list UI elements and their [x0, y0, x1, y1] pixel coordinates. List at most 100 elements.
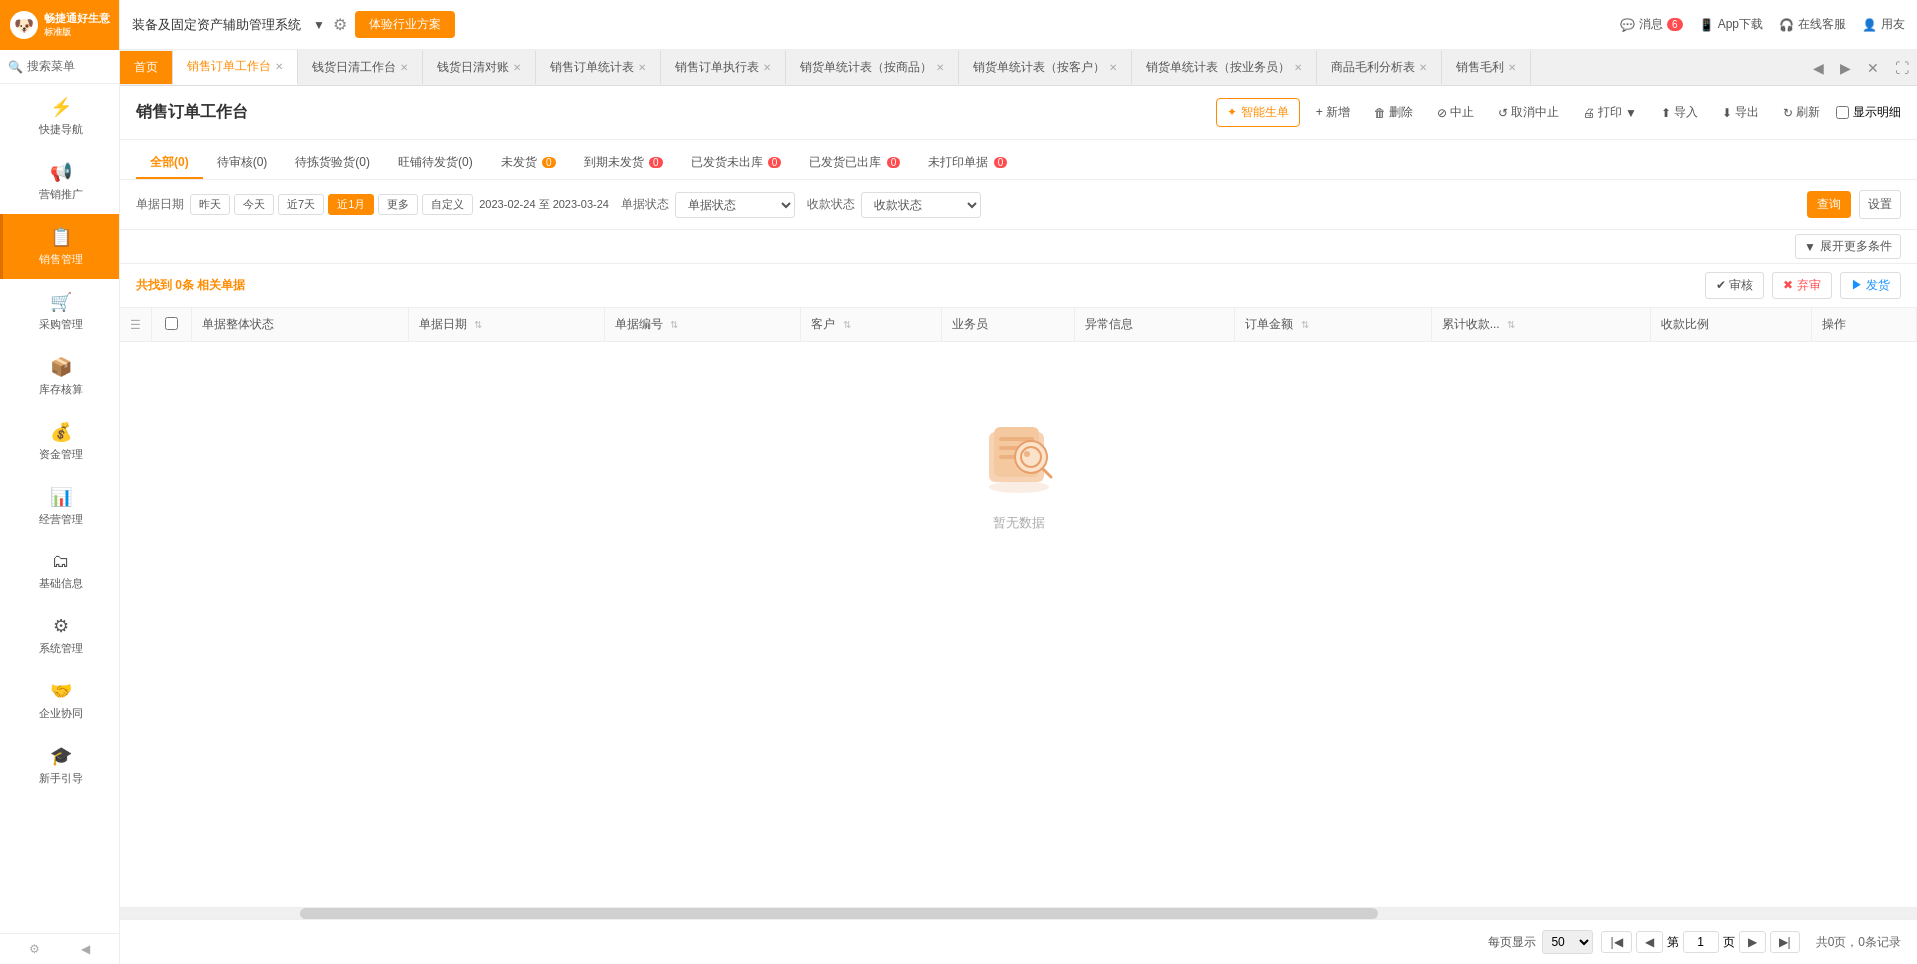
last7-btn[interactable]: 近7天	[278, 194, 324, 215]
tab-sales-workbench-close[interactable]: ✕	[275, 61, 283, 72]
tab-sales-by-customer-close[interactable]: ✕	[1109, 62, 1117, 73]
col-number[interactable]: 单据编号 ⇅	[604, 308, 800, 342]
industry-btn[interactable]: 体验行业方案	[355, 11, 455, 38]
prev-page-btn[interactable]: ◀	[1636, 931, 1663, 953]
cancel-review-btn[interactable]: ✖ 弃审	[1772, 272, 1831, 299]
sub-tab-pending-inspect[interactable]: 待拣货验货(0)	[281, 148, 384, 179]
status-select[interactable]: 单据状态	[675, 192, 795, 218]
smart-create-btn[interactable]: ✦ 智能生单	[1216, 98, 1299, 127]
filter-settings-btn[interactable]: 设置	[1859, 190, 1901, 219]
sidebar-item-operation[interactable]: 📊 经营管理	[0, 474, 119, 539]
tab-sales-stats-close[interactable]: ✕	[638, 62, 646, 73]
tab-sales-by-product[interactable]: 销货单统计表（按商品） ✕	[786, 51, 959, 84]
export-btn[interactable]: ⬇ 导出	[1714, 99, 1767, 126]
tab-sales-by-customer[interactable]: 销货单统计表（按客户） ✕	[959, 51, 1132, 84]
tab-scroll-left[interactable]: ◀	[1805, 56, 1832, 80]
next-page-btn[interactable]: ▶	[1739, 931, 1766, 953]
date-filter-group: 单据日期 昨天 今天 近7天 近1月 更多 自定义 2023-02-24 至 2…	[136, 194, 609, 215]
online-service-btn[interactable]: 🎧 在线客服	[1779, 16, 1846, 33]
sidebar-item-guide[interactable]: 🎓 新手引导	[0, 733, 119, 798]
sidebar-item-finance[interactable]: 💰 资金管理	[0, 409, 119, 474]
today-btn[interactable]: 今天	[234, 194, 274, 215]
refresh-btn[interactable]: ↻ 刷新	[1775, 99, 1828, 126]
col-amount[interactable]: 订单金额 ⇅	[1235, 308, 1431, 342]
sub-tab-shipped-not-out[interactable]: 已发货未出库 0	[677, 148, 796, 179]
sub-tab-all[interactable]: 全部(0)	[136, 148, 203, 179]
tab-sales-exec-close[interactable]: ✕	[763, 62, 771, 73]
sub-tab-not-printed[interactable]: 未打印单据 0	[914, 148, 1021, 179]
settings-footer-icon[interactable]: ⚙	[29, 942, 40, 956]
sidebar-item-basic[interactable]: 🗂 基础信息	[0, 539, 119, 603]
show-detail-checkbox-label[interactable]: 显示明细	[1836, 104, 1901, 121]
sidebar-item-purchase[interactable]: 🛒 采购管理	[0, 279, 119, 344]
more-date-btn[interactable]: 更多	[378, 194, 418, 215]
tab-maximize[interactable]: ⛶	[1887, 56, 1917, 80]
sidebar-item-enterprise[interactable]: 🤝 企业协同	[0, 668, 119, 733]
tab-sales-by-staff-close[interactable]: ✕	[1294, 62, 1302, 73]
tab-sales-by-product-close[interactable]: ✕	[936, 62, 944, 73]
operation-icon: 📊	[50, 486, 72, 508]
tab-cash-daily-close[interactable]: ✕	[400, 62, 408, 73]
yesterday-btn[interactable]: 昨天	[190, 194, 230, 215]
col-customer[interactable]: 客户 ⇅	[801, 308, 942, 342]
sidebar-item-quick-nav[interactable]: ⚡ 快捷导航	[0, 84, 119, 149]
show-detail-checkbox[interactable]	[1836, 106, 1849, 119]
tab-close-all[interactable]: ✕	[1859, 56, 1887, 80]
sub-tab-pending-review[interactable]: 待审核(0)	[203, 148, 282, 179]
tab-cash-daily[interactable]: 钱货日清工作台 ✕	[298, 51, 423, 84]
per-page-select[interactable]: 10 20 50 100	[1542, 930, 1593, 954]
tab-cash-reconcile[interactable]: 钱货日清对账 ✕	[423, 51, 536, 84]
sub-tab-not-shipped[interactable]: 未发货 0	[487, 148, 570, 179]
tab-sales-gross-close[interactable]: ✕	[1508, 62, 1516, 73]
system-dropdown[interactable]: ▼	[313, 18, 325, 32]
col-collected[interactable]: 累计收款... ⇅	[1431, 308, 1651, 342]
last-month-btn[interactable]: 近1月	[328, 194, 374, 215]
tab-home[interactable]: 首页	[120, 51, 173, 84]
app-download-btn[interactable]: 📱 App下载	[1699, 16, 1763, 33]
tab-sales-exec[interactable]: 销售订单执行表 ✕	[661, 51, 786, 84]
collected-sort-icon: ⇅	[1507, 319, 1515, 330]
cancel-stop-btn[interactable]: ↺ 取消中止	[1490, 99, 1567, 126]
tab-margin-analysis-close[interactable]: ✕	[1419, 62, 1427, 73]
sidebar-item-system[interactable]: ⚙ 系统管理	[0, 603, 119, 668]
tab-scroll-right[interactable]: ▶	[1832, 56, 1859, 80]
message-btn[interactable]: 💬 消息 6	[1620, 16, 1683, 33]
expand-conditions-btn[interactable]: ▼ 展开更多条件	[1795, 234, 1901, 259]
sub-tab-shipped-out[interactable]: 已发货已出库 0	[795, 148, 914, 179]
app-download-label: App下载	[1718, 16, 1763, 33]
select-all-checkbox[interactable]	[165, 317, 178, 330]
tab-sales-by-product-label: 销货单统计表（按商品）	[800, 59, 932, 76]
tab-sales-by-staff[interactable]: 销货单统计表（按业务员） ✕	[1132, 51, 1317, 84]
import-btn[interactable]: ⬆ 导入	[1653, 99, 1706, 126]
horizontal-scrollbar[interactable]	[120, 907, 1917, 919]
tab-sales-gross[interactable]: 销售毛利 ✕	[1442, 51, 1531, 84]
sidebar-item-sales[interactable]: 📋 销售管理	[0, 214, 119, 279]
col-date[interactable]: 单据日期 ⇅	[408, 308, 604, 342]
query-btn[interactable]: 查询	[1807, 191, 1851, 218]
sidebar-item-inventory[interactable]: 📦 库存核算	[0, 344, 119, 409]
first-page-btn[interactable]: |◀	[1601, 931, 1631, 953]
delete-btn[interactable]: 🗑 删除	[1366, 99, 1421, 126]
custom-date-btn[interactable]: 自定义	[422, 194, 473, 215]
sub-tab-overdue-not-shipped[interactable]: 到期未发货 0	[570, 148, 677, 179]
shipped-out-badge: 0	[887, 157, 901, 168]
sidebar-item-marketing[interactable]: 📢 营销推广	[0, 149, 119, 214]
print-btn[interactable]: 🖨 打印 ▼	[1575, 99, 1645, 126]
tab-cash-reconcile-close[interactable]: ✕	[513, 62, 521, 73]
tab-sales-workbench[interactable]: 销售订单工作台 ✕	[173, 50, 298, 85]
tab-margin-analysis[interactable]: 商品毛利分析表 ✕	[1317, 51, 1442, 84]
page-header: 销售订单工作台 ✦ 智能生单 + 新增 🗑 删除 ⊘ 中止 ↺ 取消中止 🖨	[120, 86, 1917, 140]
review-btn[interactable]: ✔ 审核	[1705, 272, 1764, 299]
sidebar-search[interactable]: 🔍 搜索菜单	[0, 50, 119, 84]
page-input[interactable]	[1683, 931, 1719, 953]
add-btn[interactable]: + 新增	[1308, 99, 1358, 126]
sub-tab-wangpu-deliver[interactable]: 旺铺待发货(0)	[384, 148, 487, 179]
topbar-settings-icon[interactable]: ⚙	[333, 15, 347, 34]
stop-btn[interactable]: ⊘ 中止	[1429, 99, 1482, 126]
collapse-icon[interactable]: ◀	[81, 942, 90, 956]
payment-select[interactable]: 收款状态	[861, 192, 981, 218]
last-page-btn[interactable]: ▶|	[1770, 931, 1800, 953]
user-btn[interactable]: 👤 用友	[1862, 16, 1905, 33]
tab-sales-stats[interactable]: 销售订单统计表 ✕	[536, 51, 661, 84]
ship-btn[interactable]: ▶ 发货	[1840, 272, 1901, 299]
